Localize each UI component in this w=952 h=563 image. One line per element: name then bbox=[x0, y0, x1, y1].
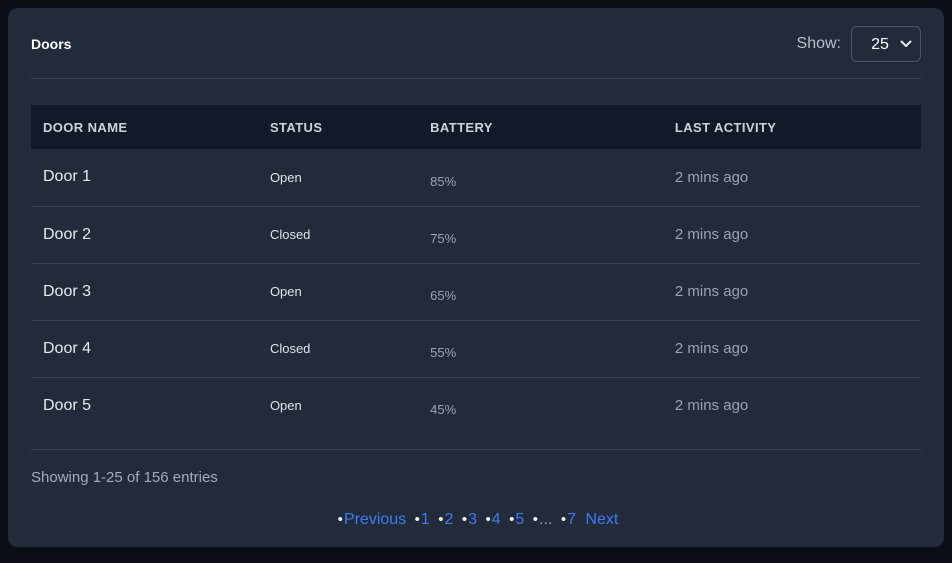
entries-info: Showing 1-25 of 156 entries bbox=[31, 469, 218, 486]
table-row: Door 1 Open 85% 2 mins ago bbox=[31, 149, 921, 206]
status-cell: Closed bbox=[269, 341, 311, 356]
column-header-last-activity: LAST ACTIVITY bbox=[674, 119, 777, 135]
pagination-page-7[interactable]: 7 bbox=[567, 511, 576, 528]
page-size-control: Show: 25 bbox=[797, 26, 921, 62]
door-name-cell: Door 2 bbox=[43, 225, 92, 243]
pagination-next[interactable]: Next bbox=[585, 511, 618, 528]
table-row: Door 3 Open 65% 2 mins ago bbox=[31, 263, 921, 320]
page-size-select-wrap: 25 bbox=[851, 26, 921, 62]
door-name-cell: Door 3 bbox=[43, 282, 92, 300]
page-size-select[interactable]: 25 bbox=[851, 26, 921, 62]
status-cell: Open bbox=[269, 169, 302, 185]
last-activity-cell: 2 mins ago bbox=[674, 226, 749, 243]
battery-cell: 75% bbox=[430, 231, 457, 246]
door-name-cell: Door 5 bbox=[43, 396, 92, 414]
table-row: Door 4 Closed 55% 2 mins ago bbox=[31, 320, 921, 377]
status-cell: Open bbox=[269, 398, 302, 414]
pagination-item: 7 bbox=[557, 511, 576, 528]
pagination-page-2[interactable]: 2 bbox=[445, 511, 454, 528]
last-activity-cell: 2 mins ago bbox=[674, 397, 749, 415]
pagination-page-1[interactable]: 1 bbox=[421, 511, 430, 528]
pagination-page-5[interactable]: 5 bbox=[515, 511, 524, 528]
door-name-cell: Door 4 bbox=[43, 339, 92, 357]
table-row: Door 5 Open 45% 2 mins ago bbox=[31, 377, 921, 434]
doors-table: DOOR NAME STATUS BATTERY LAST ACTIVITY D… bbox=[31, 105, 921, 434]
last-activity-cell: 2 mins ago bbox=[674, 168, 749, 186]
pagination-ellipsis: ... bbox=[539, 511, 553, 528]
column-header-door-name: DOOR NAME bbox=[43, 119, 128, 135]
pagination-item: Previous bbox=[334, 511, 407, 528]
pagination-item: ... bbox=[529, 511, 553, 528]
battery-cell: 45% bbox=[430, 402, 457, 418]
pagination-item: 2 bbox=[434, 511, 453, 528]
table-body: Door 1 Open 85% 2 mins ago Door 2 Closed… bbox=[31, 149, 921, 434]
footer-divider bbox=[31, 449, 921, 450]
pagination-item: 3 bbox=[458, 511, 477, 528]
battery-cell: 65% bbox=[430, 288, 457, 303]
status-cell: Closed bbox=[269, 227, 311, 242]
doors-card: Doors Show: 25 DOOR NAME STATUS BATTERY bbox=[8, 8, 944, 547]
table-head: DOOR NAME STATUS BATTERY LAST ACTIVITY bbox=[31, 105, 921, 149]
pagination-previous[interactable]: Previous bbox=[344, 511, 406, 528]
show-label: Show: bbox=[796, 35, 841, 52]
pagination-item: 4 bbox=[482, 511, 501, 528]
table-header-row: DOOR NAME STATUS BATTERY LAST ACTIVITY bbox=[31, 105, 921, 149]
column-header-battery: BATTERY bbox=[430, 119, 493, 135]
status-cell: Open bbox=[269, 284, 302, 299]
last-activity-cell: 2 mins ago bbox=[674, 283, 749, 300]
pagination-page-3[interactable]: 3 bbox=[468, 511, 477, 528]
pagination-item: 1 bbox=[411, 511, 430, 528]
battery-cell: 55% bbox=[430, 345, 457, 360]
pagination: Previous 1 2 3 4 5 ... 7 Next bbox=[31, 511, 921, 529]
last-activity-cell: 2 mins ago bbox=[674, 340, 749, 357]
card-header: Doors Show: 25 bbox=[31, 8, 921, 79]
battery-cell: 85% bbox=[430, 173, 457, 189]
door-name-cell: Door 1 bbox=[43, 168, 92, 186]
column-header-status: STATUS bbox=[269, 119, 323, 135]
pagination-page-4[interactable]: 4 bbox=[492, 511, 501, 528]
pagination-item: 5 bbox=[505, 511, 524, 528]
table-row: Door 2 Closed 75% 2 mins ago bbox=[31, 206, 921, 263]
page-title: Doors bbox=[31, 36, 72, 52]
pagination-item: Next bbox=[580, 511, 618, 528]
